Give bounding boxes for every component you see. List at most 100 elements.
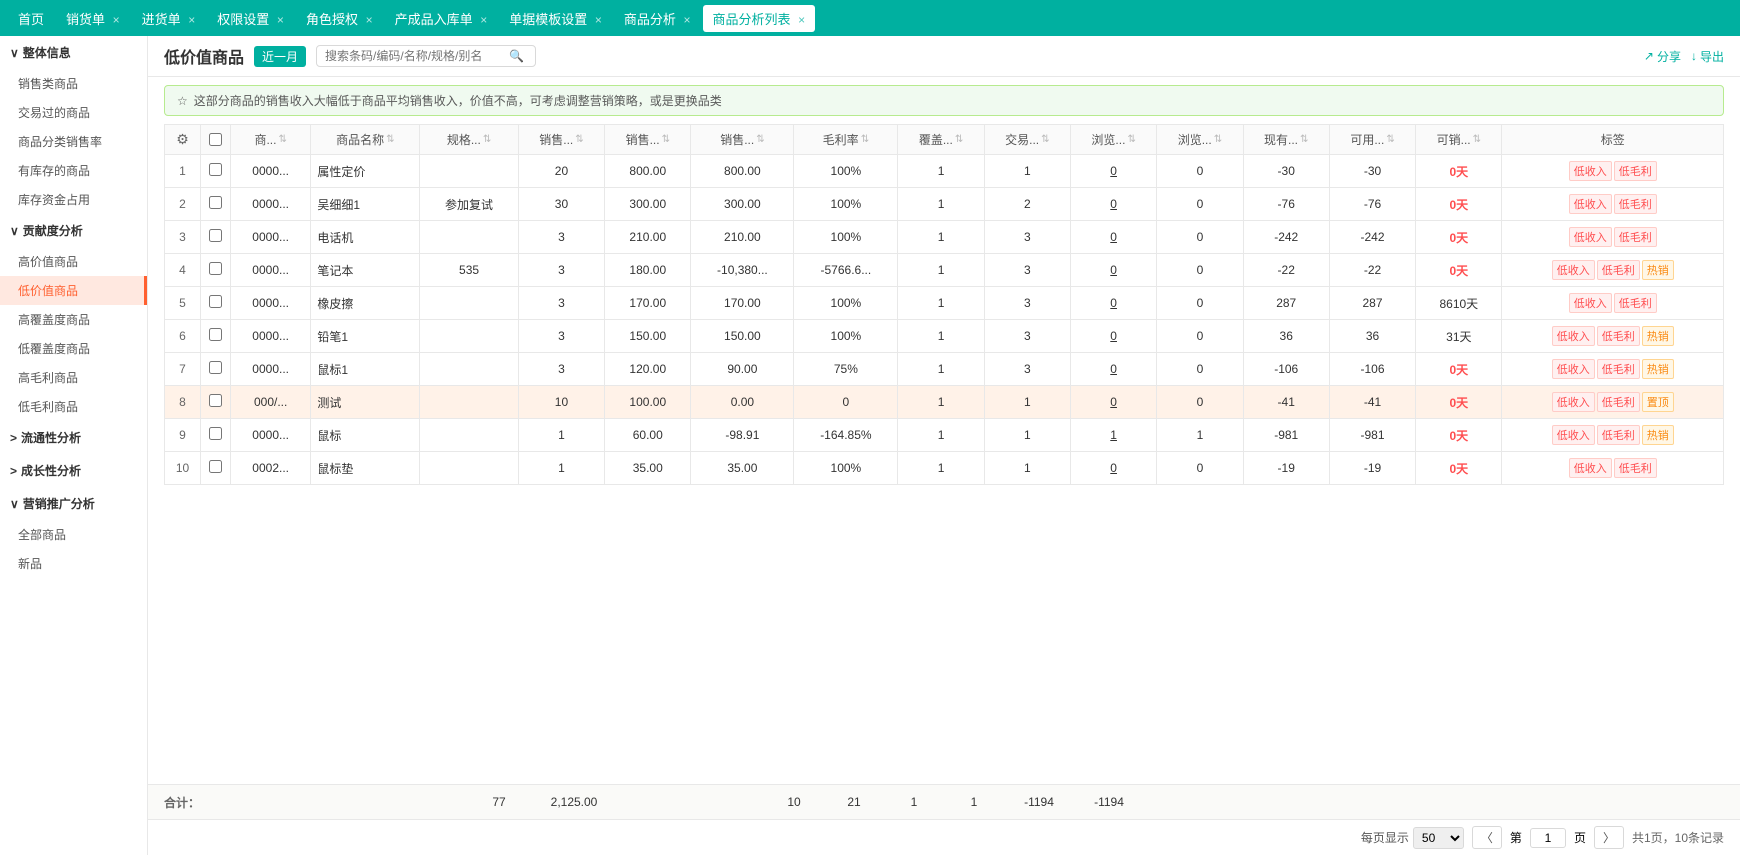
nav-sales[interactable]: 销货单 ×	[56, 5, 130, 32]
row-checkbox[interactable]	[209, 427, 222, 440]
sort-saleable-icon[interactable]: ⇅	[1473, 134, 1481, 145]
browse1-link[interactable]: 0	[1110, 263, 1117, 277]
sort-browse2-icon[interactable]: ⇅	[1214, 134, 1222, 145]
close-purchase-icon[interactable]: ×	[188, 13, 195, 27]
close-permission-icon[interactable]: ×	[277, 13, 284, 27]
close-template-icon[interactable]: ×	[595, 13, 602, 27]
browse1-link[interactable]: 0	[1110, 164, 1117, 178]
search-box[interactable]: 🔍	[316, 45, 536, 67]
export-button[interactable]: ↓ 导出	[1691, 48, 1724, 65]
row-checkbox[interactable]	[209, 295, 222, 308]
col-sale-qty[interactable]: 销售...⇅	[518, 125, 604, 155]
sidebar-group-flow[interactable]: > 流通性分析	[0, 421, 147, 454]
select-all-checkbox[interactable]	[209, 133, 222, 146]
row-browse1[interactable]: 0	[1070, 155, 1156, 188]
col-cover[interactable]: 覆盖...⇅	[898, 125, 984, 155]
row-checkbox[interactable]	[209, 262, 222, 275]
sidebar-item-low-profit[interactable]: 低毛利商品	[0, 392, 147, 421]
sort-trade-icon[interactable]: ⇅	[1041, 134, 1049, 145]
browse1-link[interactable]: 0	[1110, 329, 1117, 343]
gear-icon[interactable]: ⚙	[176, 131, 189, 148]
sidebar-item-category-rate[interactable]: 商品分类销售率	[0, 127, 147, 156]
sort-browse1-icon[interactable]: ⇅	[1127, 134, 1135, 145]
row-checkbox[interactable]	[209, 196, 222, 209]
row-browse1[interactable]: 0	[1070, 353, 1156, 386]
col-spec[interactable]: 规格...⇅	[420, 125, 519, 155]
col-settings[interactable]: ⚙	[165, 125, 201, 155]
sidebar-item-high-value[interactable]: 高价值商品	[0, 247, 147, 276]
sidebar-item-high-profit[interactable]: 高毛利商品	[0, 363, 147, 392]
browse1-link[interactable]: 0	[1110, 362, 1117, 376]
col-sale-cost[interactable]: 销售...⇅	[691, 125, 794, 155]
nav-purchase[interactable]: 进货单 ×	[132, 5, 206, 32]
sidebar-item-new-goods[interactable]: 新品	[0, 549, 147, 578]
sort-cover-icon[interactable]: ⇅	[955, 134, 963, 145]
row-browse1[interactable]: 0	[1070, 221, 1156, 254]
sort-amt-icon[interactable]: ⇅	[662, 134, 670, 145]
close-role-icon[interactable]: ×	[366, 13, 373, 27]
search-input[interactable]	[325, 49, 505, 63]
sidebar-item-low-coverage[interactable]: 低覆盖度商品	[0, 334, 147, 363]
nav-analysis-list[interactable]: 商品分析列表 ×	[703, 5, 816, 32]
col-name[interactable]: 商品名称⇅	[311, 125, 420, 155]
row-checkbox[interactable]	[209, 229, 222, 242]
next-page-button[interactable]: 〉	[1594, 826, 1624, 849]
col-trade[interactable]: 交易...⇅	[984, 125, 1070, 155]
nav-analysis[interactable]: 商品分析 ×	[614, 5, 701, 32]
browse1-link[interactable]: 0	[1110, 197, 1117, 211]
col-saleable[interactable]: 可销...⇅	[1416, 125, 1502, 155]
sort-cost-icon[interactable]: ⇅	[756, 134, 764, 145]
nav-template[interactable]: 单据模板设置 ×	[499, 5, 612, 32]
first-page-button[interactable]: 〈	[1472, 826, 1502, 849]
search-icon[interactable]: 🔍	[509, 49, 524, 63]
row-checkbox[interactable]	[209, 361, 222, 374]
sidebar-item-all-goods[interactable]: 全部商品	[0, 520, 147, 549]
sidebar-item-traded-goods[interactable]: 交易过的商品	[0, 98, 147, 127]
close-analysis-icon[interactable]: ×	[683, 13, 690, 27]
browse1-link[interactable]: 0	[1110, 230, 1117, 244]
sidebar-item-capital[interactable]: 库存资金占用	[0, 185, 147, 214]
sort-spec-icon[interactable]: ⇅	[483, 134, 491, 145]
nav-home[interactable]: 首页	[8, 5, 54, 32]
sidebar-group-overall[interactable]: ∨ 整体信息	[0, 36, 147, 69]
page-number-input[interactable]	[1530, 828, 1566, 848]
sidebar-item-high-coverage[interactable]: 高覆盖度商品	[0, 305, 147, 334]
sidebar-group-marketing[interactable]: ∨ 营销推广分析	[0, 487, 147, 520]
col-gross-rate[interactable]: 毛利率⇅	[794, 125, 898, 155]
nav-role[interactable]: 角色授权 ×	[296, 5, 383, 32]
row-checkbox[interactable]	[209, 460, 222, 473]
row-browse1[interactable]: 0	[1070, 287, 1156, 320]
close-product-icon[interactable]: ×	[480, 13, 487, 27]
col-sale-amt[interactable]: 销售...⇅	[605, 125, 691, 155]
per-page-select[interactable]: 10 20 50 100	[1413, 827, 1464, 849]
browse1-link[interactable]: 0	[1110, 395, 1117, 409]
time-tag[interactable]: 近一月	[254, 46, 306, 67]
browse1-link[interactable]: 1	[1110, 428, 1117, 442]
sort-code-icon[interactable]: ⇅	[278, 134, 286, 145]
browse1-link[interactable]: 0	[1110, 296, 1117, 310]
sort-name-icon[interactable]: ⇅	[386, 134, 394, 145]
sidebar-item-stocked-goods[interactable]: 有库存的商品	[0, 156, 147, 185]
row-checkbox[interactable]	[209, 163, 222, 176]
col-browse1[interactable]: 浏览...⇅	[1070, 125, 1156, 155]
col-code[interactable]: 商...⇅	[231, 125, 311, 155]
row-browse1[interactable]: 0	[1070, 452, 1156, 485]
close-sales-icon[interactable]: ×	[113, 13, 120, 27]
sort-gross-icon[interactable]: ⇅	[861, 134, 869, 145]
nav-product[interactable]: 产成品入库单 ×	[385, 5, 498, 32]
sidebar-item-low-value[interactable]: 低价值商品	[0, 276, 147, 305]
col-available[interactable]: 可用...⇅	[1329, 125, 1415, 155]
close-analysis-list-icon[interactable]: ×	[798, 13, 805, 27]
sort-available-icon[interactable]: ⇅	[1386, 134, 1394, 145]
row-browse1[interactable]: 0	[1070, 320, 1156, 353]
row-browse1[interactable]: 0	[1070, 386, 1156, 419]
sidebar-group-contribution[interactable]: ∨ 贡献度分析	[0, 214, 147, 247]
sort-qty-icon[interactable]: ⇅	[575, 134, 583, 145]
nav-permission[interactable]: 权限设置 ×	[207, 5, 294, 32]
col-browse2[interactable]: 浏览...⇅	[1157, 125, 1243, 155]
sidebar-group-growth[interactable]: > 成长性分析	[0, 454, 147, 487]
sort-stock-icon[interactable]: ⇅	[1300, 134, 1308, 145]
row-checkbox[interactable]	[209, 328, 222, 341]
share-button[interactable]: ↗ 分享	[1644, 48, 1681, 65]
col-stock[interactable]: 现有...⇅	[1243, 125, 1329, 155]
